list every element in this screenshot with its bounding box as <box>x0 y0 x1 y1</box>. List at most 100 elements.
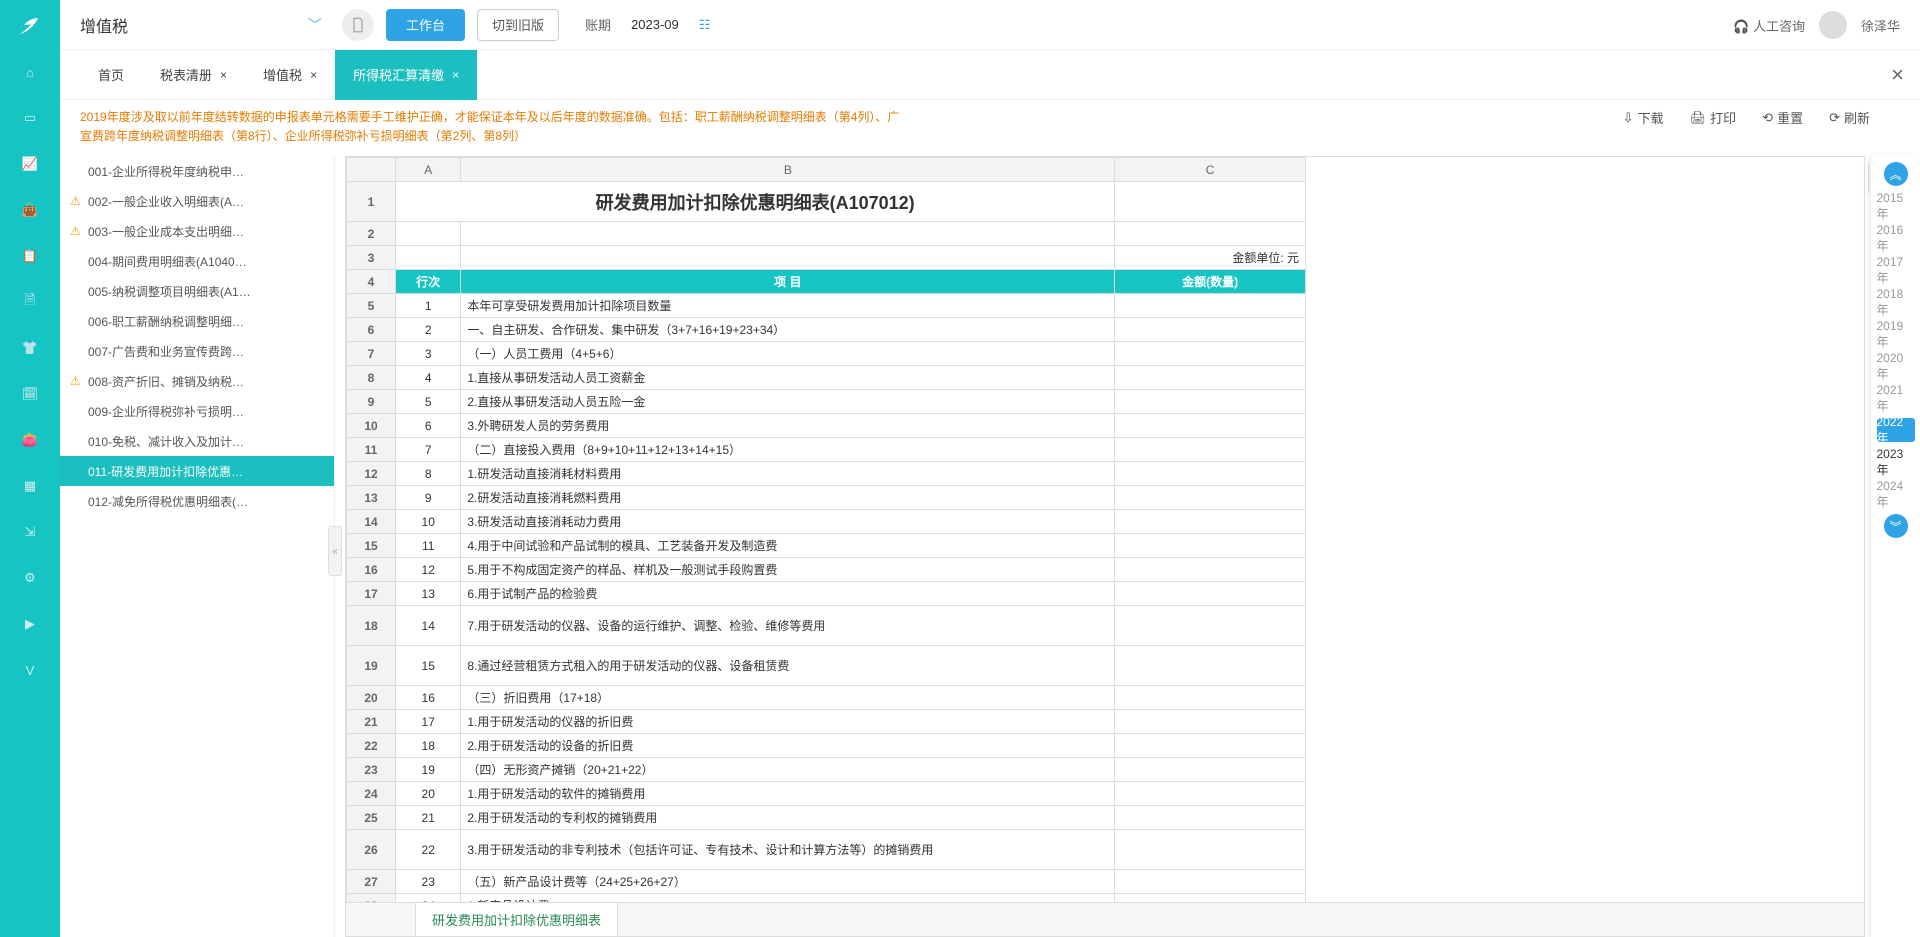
year-button[interactable]: 2024年 <box>1877 482 1915 506</box>
switch-old-button[interactable]: 切到旧版 <box>477 9 559 41</box>
cell[interactable]: 28 <box>347 894 396 903</box>
cell[interactable]: 5.用于不构成固定资产的样品、样机及一般测试手段购置费 <box>461 558 1115 582</box>
cell[interactable]: 1.新产品设计费 <box>461 894 1115 903</box>
cell[interactable]: 2.用于研发活动的设备的折旧费 <box>461 734 1115 758</box>
cell[interactable]: 9 <box>347 390 396 414</box>
workbench-button[interactable]: 工作台 <box>386 9 465 41</box>
cell[interactable]: 10 <box>347 414 396 438</box>
cell[interactable]: 4 <box>396 366 461 390</box>
nav-clipboard-icon[interactable]: 📋 <box>18 244 42 268</box>
cell[interactable]: 研发费用加计扣除优惠明细表(A107012) <box>396 182 1115 222</box>
tree-item[interactable]: 007-广告费和业务宣传费跨… <box>60 336 334 366</box>
year-button[interactable]: 2015年 <box>1877 194 1915 218</box>
year-button[interactable]: 2023年 <box>1877 450 1915 474</box>
cell[interactable]: 25 <box>347 806 396 830</box>
cell[interactable]: 13 <box>347 486 396 510</box>
year-button[interactable]: 2022年 <box>1877 418 1915 442</box>
cell[interactable]: 2 <box>347 222 396 246</box>
cell[interactable]: 1.直接从事研发活动人员工资薪金 <box>461 366 1115 390</box>
cell[interactable]: 21 <box>396 806 461 830</box>
cell[interactable] <box>1115 806 1306 830</box>
cell[interactable]: 26 <box>347 830 396 870</box>
year-button[interactable]: 2017年 <box>1877 258 1915 282</box>
cell[interactable]: 18 <box>396 734 461 758</box>
nav-form-icon[interactable]: 🗎 <box>18 290 42 314</box>
cell[interactable]: 8 <box>347 366 396 390</box>
cell[interactable]: 18 <box>347 606 396 646</box>
cell[interactable] <box>1115 686 1306 710</box>
tree-item[interactable]: 011-研发费用加计扣除优惠… <box>60 456 334 486</box>
cell[interactable]: 20 <box>347 686 396 710</box>
cell[interactable] <box>1115 582 1306 606</box>
cell[interactable]: 一、自主研发、合作研发、集中研发（3+7+16+19+23+34） <box>461 318 1115 342</box>
tree-collapse-handle[interactable]: « <box>328 526 342 576</box>
year-button[interactable]: 2018年 <box>1877 290 1915 314</box>
cell[interactable]: （四）无形资产摊销（20+21+22） <box>461 758 1115 782</box>
close-icon[interactable]: × <box>310 68 317 82</box>
cell[interactable]: 1 <box>396 294 461 318</box>
tree-item[interactable]: 001-企业所得税年度纳税申… <box>60 156 334 186</box>
year-button[interactable]: 2021年 <box>1877 386 1915 410</box>
product-selector[interactable]: 增值税 ﹀ <box>80 13 322 37</box>
year-up-icon[interactable]: ︽ <box>1884 162 1908 186</box>
cell[interactable]: 12 <box>347 462 396 486</box>
cell[interactable]: 13 <box>396 582 461 606</box>
cell[interactable]: 金额单位: 元 <box>1115 246 1306 270</box>
cell[interactable] <box>1115 318 1306 342</box>
cell[interactable]: 10 <box>396 510 461 534</box>
consult-link[interactable]: 🎧 人工咨询 <box>1733 16 1805 35</box>
cell[interactable]: 22 <box>347 734 396 758</box>
cell[interactable]: 16 <box>396 686 461 710</box>
cell[interactable]: 15 <box>396 646 461 686</box>
nav-gear-icon[interactable]: ⚙ <box>18 566 42 590</box>
cell[interactable] <box>1115 510 1306 534</box>
nav-export-icon[interactable]: ⇲ <box>18 520 42 544</box>
cell[interactable]: 17 <box>396 710 461 734</box>
cell[interactable]: 19 <box>396 758 461 782</box>
cell[interactable]: 项 目 <box>461 270 1115 294</box>
cell[interactable]: 21 <box>347 710 396 734</box>
tree-item[interactable]: 005-纳税调整项目明细表(A1… <box>60 276 334 306</box>
download-button[interactable]: ⇩ 下载 <box>1623 108 1664 127</box>
cell[interactable]: 1.研发活动直接消耗材料费用 <box>461 462 1115 486</box>
cell[interactable]: A <box>396 158 461 182</box>
cell[interactable]: 6.用于试制产品的检验费 <box>461 582 1115 606</box>
cell[interactable] <box>396 246 461 270</box>
nav-calendar-icon[interactable]: 🗓 <box>18 382 42 406</box>
cell[interactable]: 7.用于研发活动的仪器、设备的运行维护、调整、检验、维修等费用 <box>461 606 1115 646</box>
cell[interactable]: 行次 <box>396 270 461 294</box>
cell[interactable] <box>1115 710 1306 734</box>
cell[interactable]: 12 <box>396 558 461 582</box>
tab-所得税汇算清缴[interactable]: 所得税汇算清缴× <box>335 50 477 100</box>
cell[interactable]: 8 <box>396 462 461 486</box>
user-name[interactable]: 徐泽华 <box>1861 16 1900 35</box>
cell[interactable]: 14 <box>396 606 461 646</box>
tab-首页[interactable]: 首页 <box>80 50 142 100</box>
cell[interactable] <box>1115 294 1306 318</box>
avatar[interactable] <box>1819 11 1847 39</box>
cell[interactable]: 4.用于中间试验和产品试制的模具、工艺装备开发及制造费 <box>461 534 1115 558</box>
cell[interactable] <box>1115 222 1306 246</box>
cell[interactable]: 3 <box>396 342 461 366</box>
cell[interactable]: 14 <box>347 510 396 534</box>
cell[interactable]: 4 <box>347 270 396 294</box>
cell[interactable] <box>1115 182 1306 222</box>
cell[interactable]: 3.外聘研发人员的劳务费用 <box>461 414 1115 438</box>
spreadsheet-scroll[interactable]: ABC1研发费用加计扣除优惠明细表(A107012)23金额单位: 元4行次项 … <box>346 157 1864 902</box>
tree-item[interactable]: 006-职工薪酬纳税调整明细… <box>60 306 334 336</box>
close-all-tabs-icon[interactable]: × <box>1891 62 1904 88</box>
nav-video-icon[interactable]: ▶ <box>18 612 42 636</box>
print-button[interactable]: 🖨 打印 <box>1690 108 1737 127</box>
cell[interactable]: 1.用于研发活动的软件的摊销费用 <box>461 782 1115 806</box>
cell[interactable]: 1 <box>347 182 396 222</box>
tree-item[interactable]: 004-期间费用明细表(A1040… <box>60 246 334 276</box>
close-icon[interactable]: × <box>220 68 227 82</box>
cell[interactable]: 23 <box>347 758 396 782</box>
nav-v-icon[interactable]: V <box>18 658 42 682</box>
cell[interactable] <box>1115 606 1306 646</box>
cell[interactable]: 2.研发活动直接消耗燃料费用 <box>461 486 1115 510</box>
cell[interactable]: 2 <box>396 318 461 342</box>
cell[interactable]: 11 <box>347 438 396 462</box>
cell[interactable]: 2.直接从事研发活动人员五险一金 <box>461 390 1115 414</box>
spreadsheet[interactable]: ABC1研发费用加计扣除优惠明细表(A107012)23金额单位: 元4行次项 … <box>346 157 1306 902</box>
